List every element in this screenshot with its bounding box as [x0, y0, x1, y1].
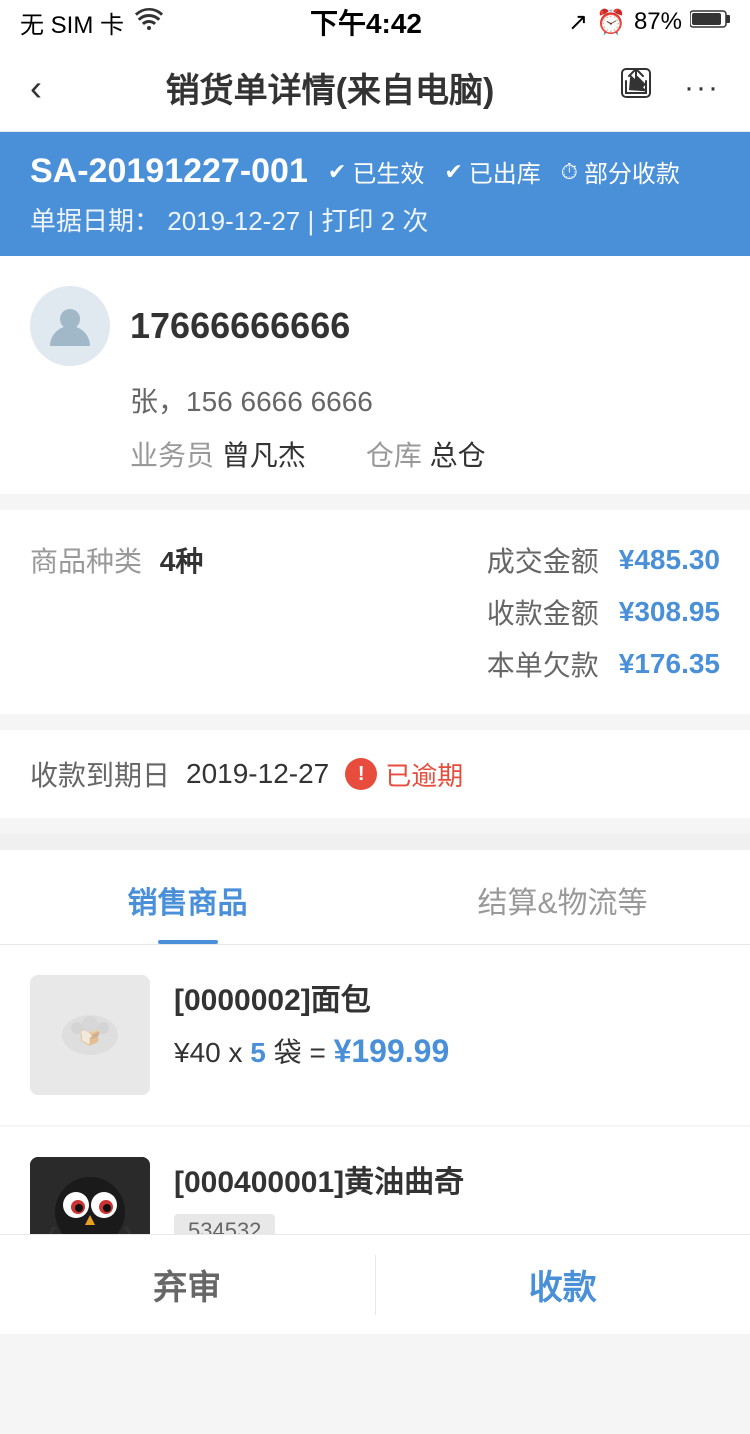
- deal-amount-label: 成交金额: [487, 540, 599, 580]
- status-bar-right: ↗ ⏰ 87%: [568, 8, 730, 37]
- tab-sales-products[interactable]: 销售商品: [0, 850, 375, 944]
- overdue-icon: !: [345, 758, 377, 790]
- battery-icon: [690, 8, 730, 36]
- collected-value: ¥308.95: [619, 596, 720, 628]
- bread-multiply: x: [229, 1037, 251, 1068]
- badge-effective: 已生效: [328, 154, 424, 189]
- bread-price: ¥40: [174, 1037, 221, 1068]
- owed-value: ¥176.35: [619, 648, 720, 680]
- print-info: | 打印 2 次: [307, 206, 428, 236]
- due-date-section: 收款到期日 2019-12-27 ! 已逾期: [0, 730, 750, 818]
- product-types: 商品种类 4种: [30, 540, 203, 580]
- warehouse-value: 总仓: [430, 440, 486, 471]
- share-icon[interactable]: [618, 65, 654, 110]
- tab-settlement-logistics[interactable]: 结算&物流等: [375, 850, 750, 944]
- customer-sub-info: 张，156 6666 6666: [130, 380, 720, 420]
- product-name-cookie: [000400001]黄油曲奇: [174, 1157, 720, 1201]
- due-date-label: 收款到期日: [30, 754, 170, 794]
- section-divider: [0, 834, 750, 850]
- badge-shipped: 已出库: [444, 154, 540, 189]
- owed-row: 本单欠款 ¥176.35: [487, 644, 720, 684]
- alarm-icon: ⏰: [596, 8, 626, 37]
- product-thumb-bread: 🍞: [30, 975, 150, 1095]
- product-types-value: 4种: [160, 546, 204, 577]
- back-button[interactable]: ‹: [30, 67, 42, 109]
- status-bar-time: 下午4:42: [310, 2, 422, 42]
- sales-value: 曾凡杰: [222, 440, 306, 471]
- status-bar-left: 无 SIM 卡: [20, 5, 164, 40]
- order-header-band: SA-20191227-001 已生效 已出库 部分收款 单据日期： 2019-…: [0, 132, 750, 256]
- sim-status: 无 SIM 卡: [20, 5, 124, 40]
- product-name-bread: [0000002]面包: [174, 975, 720, 1019]
- cancel-button[interactable]: 弃审: [0, 1235, 375, 1334]
- tabs-bar: 销售商品 结算&物流等: [0, 850, 750, 945]
- bottom-bar: 弃审 收款: [0, 1234, 750, 1334]
- customer-phone: 17666666666: [130, 305, 350, 347]
- owed-label: 本单欠款: [487, 644, 599, 684]
- deal-amount-value: ¥485.30: [619, 544, 720, 576]
- customer-section: 17666666666 张，156 6666 6666 业务员 曾凡杰 仓库 总…: [0, 256, 750, 494]
- due-date-value: 2019-12-27: [186, 758, 329, 790]
- nav-actions: ···: [618, 65, 720, 110]
- page-title: 销货单详情(来自电脑): [166, 63, 495, 112]
- customer-meta: 业务员 曾凡杰 仓库 总仓: [130, 434, 720, 474]
- sales-label: 业务员: [130, 440, 214, 471]
- product-list: 🍞 [0000002]面包 ¥40 x 5 袋 = ¥199.99: [0, 945, 750, 1434]
- badge-partial-payment: 部分收款: [561, 154, 680, 189]
- battery-level: 87%: [634, 8, 682, 36]
- location-icon: ↗: [568, 8, 588, 37]
- product-types-label: 商品种类: [30, 546, 142, 577]
- more-icon[interactable]: ···: [684, 71, 720, 105]
- bread-qty: 5: [250, 1037, 266, 1068]
- bread-unit: 袋: [274, 1037, 302, 1068]
- product-info-bread: [0000002]面包 ¥40 x 5 袋 = ¥199.99: [174, 975, 720, 1071]
- collected-row: 收款金额 ¥308.95: [487, 592, 720, 632]
- product-item-bread: 🍞 [0000002]面包 ¥40 x 5 袋 = ¥199.99: [0, 945, 750, 1125]
- status-bar: 无 SIM 卡 下午4:42 ↗ ⏰ 87%: [0, 0, 750, 44]
- bread-equals: =: [309, 1037, 333, 1068]
- warehouse-label: 仓库: [366, 440, 422, 471]
- order-date-info: 单据日期： 2019-12-27 | 打印 2 次: [30, 201, 720, 238]
- avatar: [30, 286, 110, 366]
- deal-amount-row: 成交金额 ¥485.30: [487, 540, 720, 580]
- wifi-icon: [134, 8, 164, 37]
- order-id: SA-20191227-001: [30, 152, 308, 191]
- nav-bar: ‹ 销货单详情(来自电脑) ···: [0, 44, 750, 132]
- warehouse: 仓库 总仓: [366, 434, 486, 474]
- bread-total: ¥199.99: [334, 1033, 450, 1069]
- confirm-button[interactable]: 收款: [376, 1235, 750, 1334]
- sales-person: 业务员 曾凡杰: [130, 434, 306, 474]
- collected-label: 收款金额: [487, 592, 599, 632]
- bottom-spacer: [0, 1334, 750, 1434]
- date-label: 单据日期：: [30, 206, 160, 236]
- product-price-bread: ¥40 x 5 袋 = ¥199.99: [174, 1031, 720, 1071]
- financial-stats: 成交金额 ¥485.30 收款金额 ¥308.95 本单欠款 ¥176.35: [487, 540, 720, 684]
- overdue-badge: ! 已逾期: [345, 756, 463, 793]
- stats-section: 商品种类 4种 成交金额 ¥485.30 收款金额 ¥308.95 本单欠款 ¥…: [0, 510, 750, 714]
- overdue-text: 已逾期: [385, 756, 463, 793]
- date-value: 2019-12-27: [167, 206, 300, 236]
